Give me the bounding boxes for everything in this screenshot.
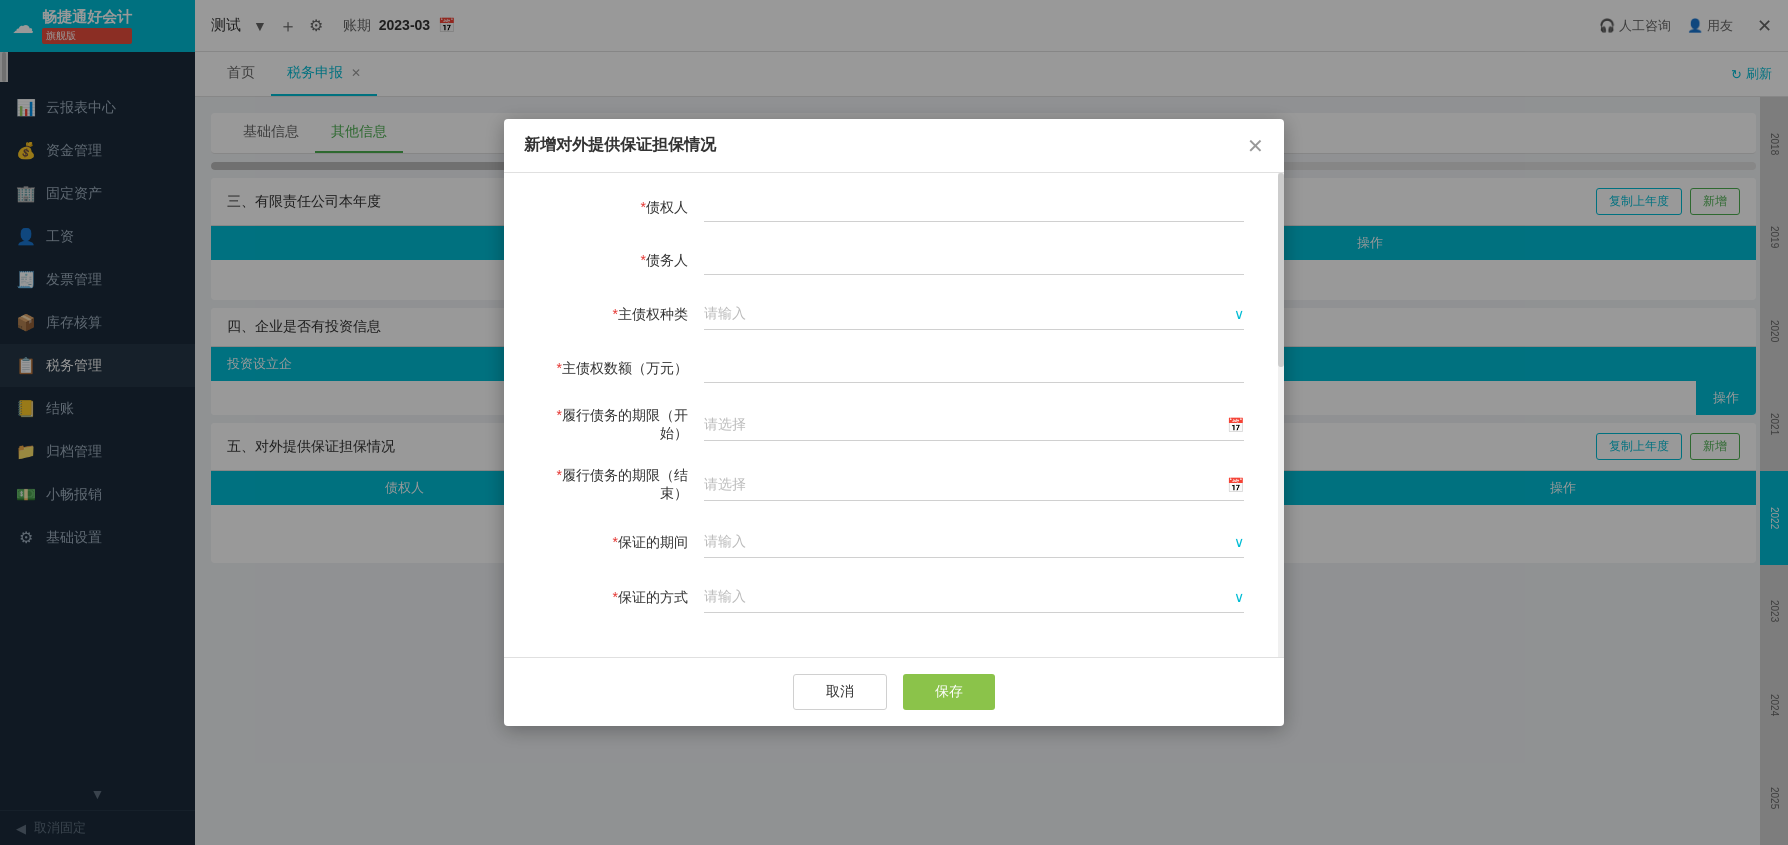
modal-scrollbar-track (1278, 173, 1284, 657)
select-baozhengfangshi[interactable]: 请输入 ∨ (704, 582, 1244, 613)
datepicker-lvxingjieshu-placeholder: 请选择 (704, 476, 1227, 494)
label-lvxingjieshu: *履行债务的期限（结束） (544, 467, 704, 503)
modal-header: 新增对外提供保证担保情况 ✕ (504, 119, 1284, 173)
form-row-baozhengfangshi: *保证的方式 请输入 ∨ (544, 582, 1244, 613)
select-baozhengqijian[interactable]: 请输入 ∨ (704, 527, 1244, 558)
datepicker-lvxingkaishi[interactable]: 请选择 📅 (704, 410, 1244, 441)
form-row-zhuzhaiyanzhonglei: *主债权种类 请输入 ∨ (544, 299, 1244, 330)
modal-footer: 取消 保存 (504, 657, 1284, 726)
modal-add-guarantee: 新增对外提供保证担保情况 ✕ *债权人 *债务人 (504, 119, 1284, 726)
form-row-baozhengqijian: *保证的期间 请输入 ∨ (544, 527, 1244, 558)
cancel-button[interactable]: 取消 (793, 674, 887, 710)
label-baozhengqijian: *保证的期间 (544, 534, 704, 552)
chevron-down-icon-2: ∨ (1234, 534, 1244, 550)
calendar-end-icon: 📅 (1227, 477, 1244, 493)
datepicker-lvxingkaishi-placeholder: 请选择 (704, 416, 1227, 434)
select-zhuzhaiyanzhonglei[interactable]: 请输入 ∨ (704, 299, 1244, 330)
label-zhuzhaiyanshue: *主债权数额（万元） (544, 360, 704, 378)
label-zhaiquanren: *债权人 (544, 199, 704, 217)
modal-overlay: 新增对外提供保证担保情况 ✕ *债权人 *债务人 (0, 0, 1788, 845)
modal-scrollbar-thumb (1278, 173, 1284, 367)
select-baozhengfangshi-placeholder: 请输入 (704, 588, 1234, 606)
form-row-zhaiquanren: *债权人 (544, 193, 1244, 222)
label-zhaiwuren: *债务人 (544, 252, 704, 270)
modal-title: 新增对外提供保证担保情况 (524, 135, 716, 156)
modal-body: *债权人 *债务人 *主债权种类 请输入 ∨ (504, 173, 1284, 657)
form-row-lvxingjieshu: *履行债务的期限（结束） 请选择 📅 (544, 467, 1244, 503)
label-zhuzhaiyanzhonglei: *主债权种类 (544, 306, 704, 324)
calendar-start-icon: 📅 (1227, 417, 1244, 433)
form-row-lvxingkaishi: *履行债务的期限（开始） 请选择 📅 (544, 407, 1244, 443)
input-zhaiquanren[interactable] (704, 193, 1244, 222)
chevron-down-icon: ∨ (1234, 306, 1244, 322)
input-zhaiwuren[interactable] (704, 246, 1244, 275)
form-row-zhaiwuren: *债务人 (544, 246, 1244, 275)
input-zhuzhaiyanshue[interactable] (704, 354, 1244, 383)
modal-close-button[interactable]: ✕ (1247, 136, 1264, 156)
label-lvxingkaishi: *履行债务的期限（开始） (544, 407, 704, 443)
save-button[interactable]: 保存 (903, 674, 995, 710)
form-row-zhuzhaiyanshue: *主债权数额（万元） (544, 354, 1244, 383)
select-zhuzhaiyanzhonglei-placeholder: 请输入 (704, 305, 1234, 323)
datepicker-lvxingjieshu[interactable]: 请选择 📅 (704, 470, 1244, 501)
chevron-down-icon-3: ∨ (1234, 589, 1244, 605)
select-baozhengqijian-placeholder: 请输入 (704, 533, 1234, 551)
label-baozhengfangshi: *保证的方式 (544, 589, 704, 607)
